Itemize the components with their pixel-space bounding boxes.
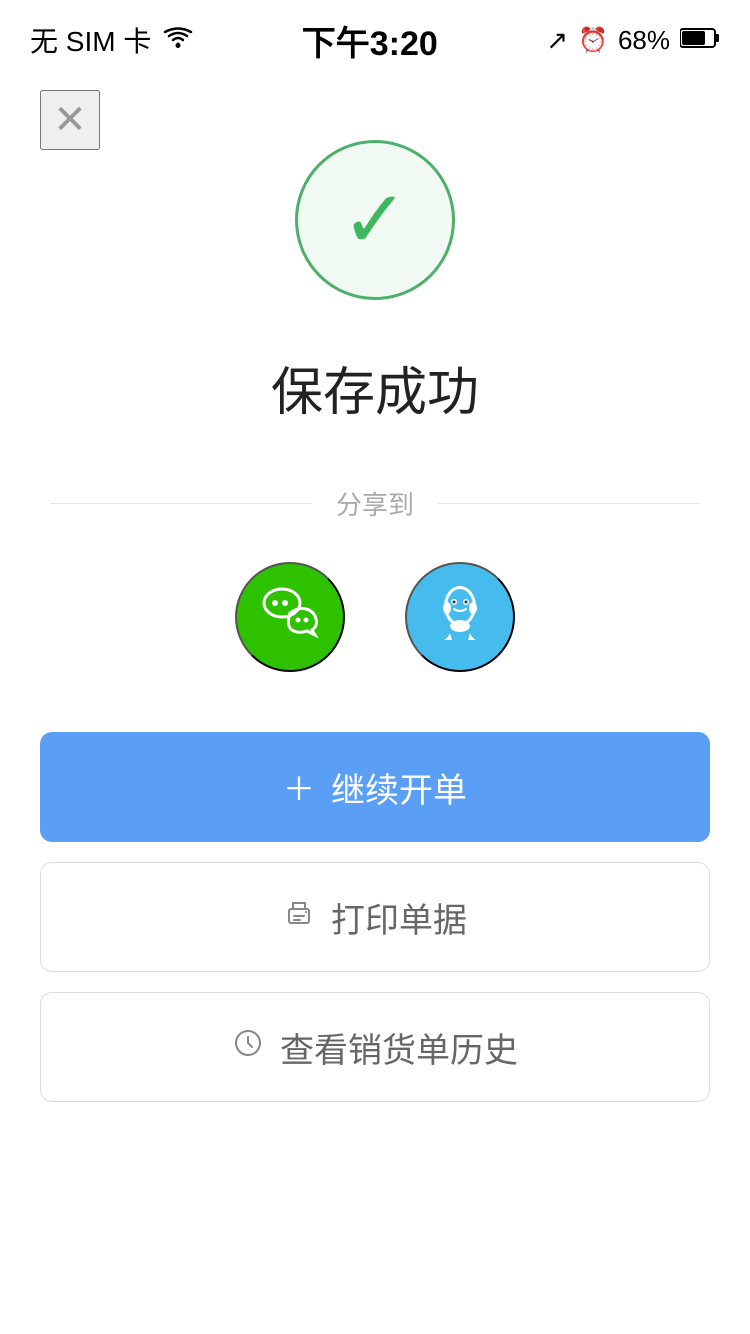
- status-right: ↗ ⏰ 68%: [546, 25, 720, 56]
- share-icons-container: [235, 562, 515, 672]
- battery-text: 68%: [618, 25, 670, 56]
- status-time: 下午3:20: [302, 16, 438, 65]
- history-button[interactable]: 查看销货单历史: [40, 992, 710, 1102]
- divider-line-left: [50, 503, 312, 504]
- no-sim-text: 无 SIM 卡: [30, 20, 151, 60]
- wifi-icon: [163, 24, 193, 56]
- main-content: ✓ 保存成功 分享到: [0, 80, 750, 1102]
- continue-label: 继续开单: [331, 763, 467, 812]
- print-label: 打印单据: [331, 893, 467, 942]
- success-title: 保存成功: [271, 350, 479, 425]
- location-icon: ↗: [546, 25, 568, 56]
- wechat-share-button[interactable]: [235, 562, 345, 672]
- print-icon: [283, 897, 315, 937]
- checkmark-icon: ✓: [341, 180, 408, 260]
- status-bar: 无 SIM 卡 下午3:20 ↗ ⏰ 68%: [0, 0, 750, 80]
- status-left: 无 SIM 卡: [30, 20, 193, 60]
- history-icon: [232, 1027, 264, 1067]
- actions-container: ＋ 继续开单 打印单据 查看销货单历史: [0, 732, 750, 1102]
- plus-icon: ＋: [283, 764, 315, 810]
- wechat-icon: [260, 583, 320, 651]
- close-icon: ✕: [53, 100, 87, 140]
- share-divider: 分享到: [0, 485, 750, 522]
- close-button[interactable]: ✕: [40, 90, 100, 150]
- qq-icon: [430, 578, 490, 656]
- print-button[interactable]: 打印单据: [40, 862, 710, 972]
- continue-button[interactable]: ＋ 继续开单: [40, 732, 710, 842]
- divider-line-right: [438, 503, 700, 504]
- share-section: 分享到: [0, 485, 750, 672]
- share-label: 分享到: [312, 485, 438, 522]
- qq-share-button[interactable]: [405, 562, 515, 672]
- battery-icon: [680, 25, 720, 56]
- success-circle: ✓: [295, 140, 455, 300]
- history-label: 查看销货单历史: [280, 1023, 518, 1072]
- alarm-icon: ⏰: [578, 26, 608, 55]
